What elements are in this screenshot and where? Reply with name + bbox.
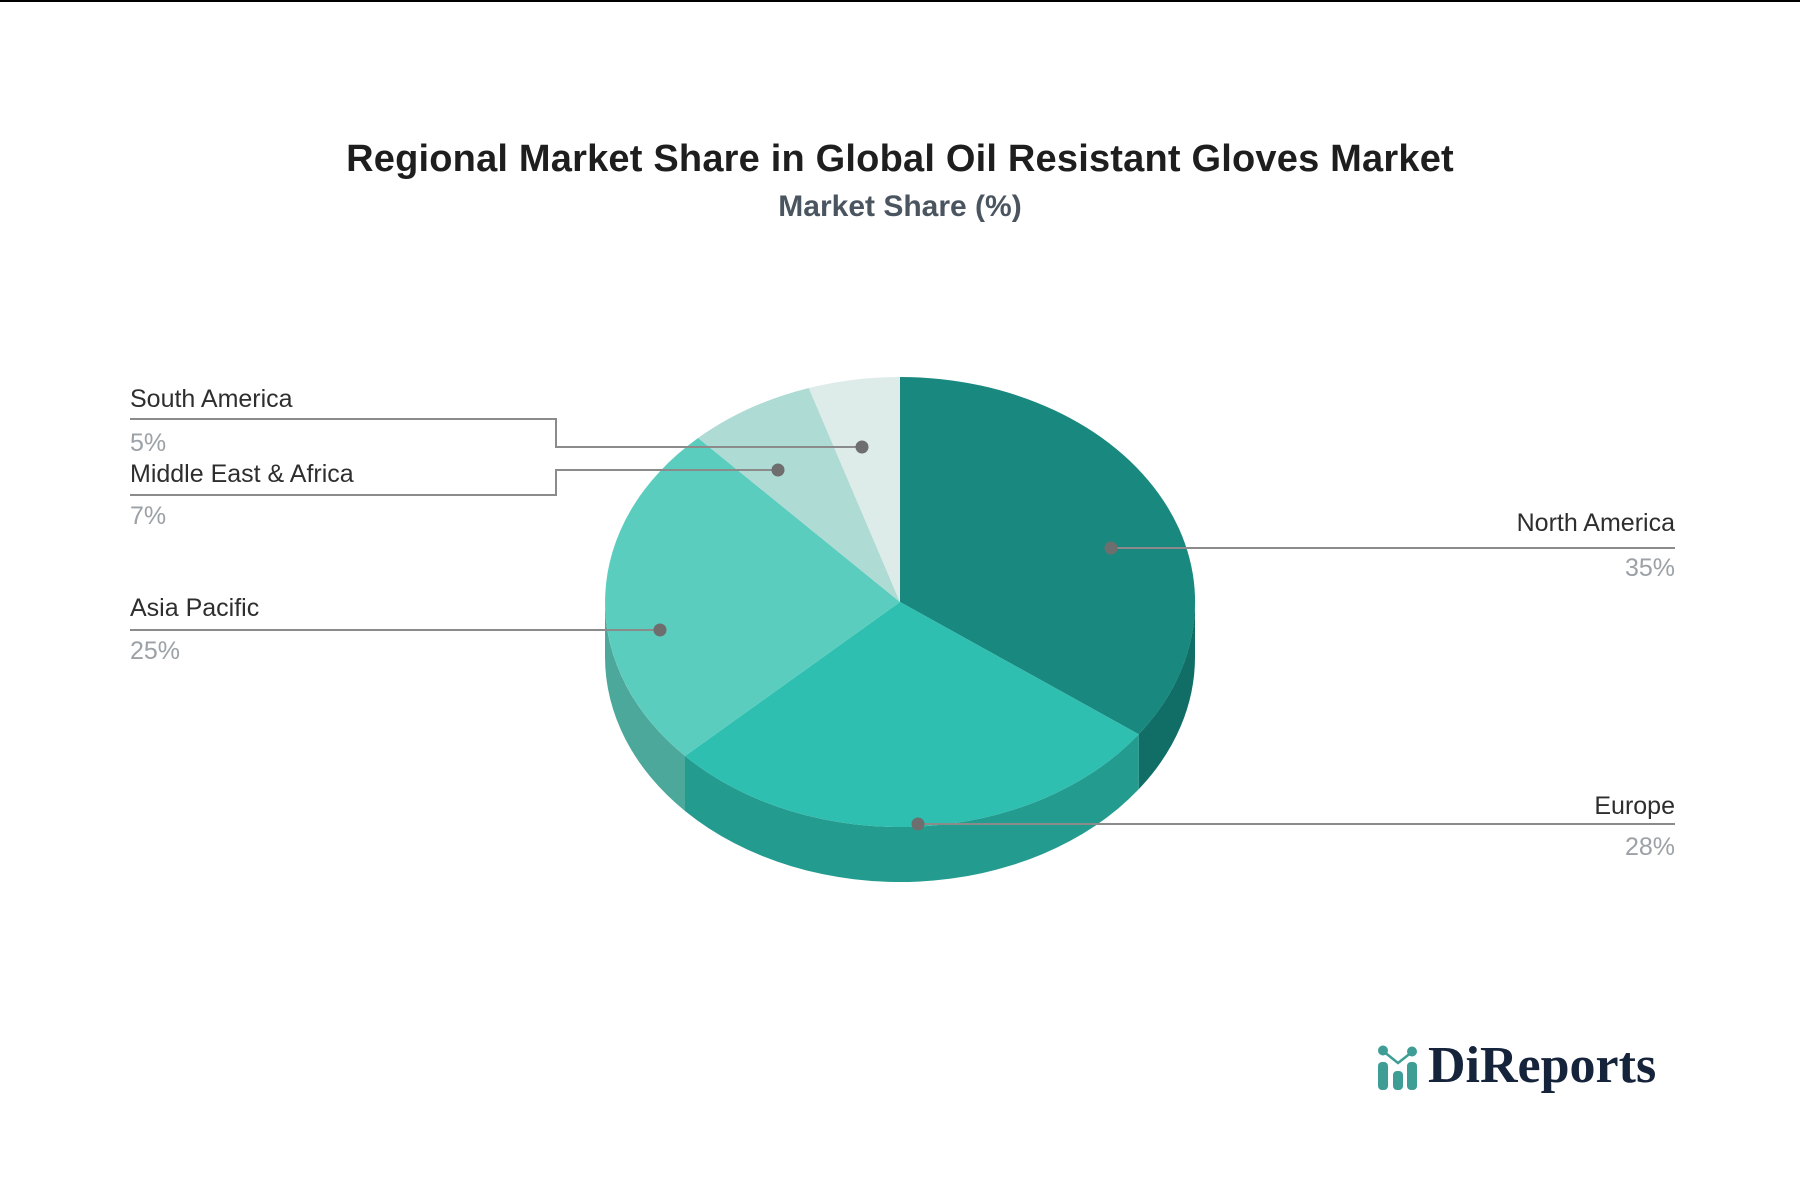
mini-bar-line-chart-icon [1378,1045,1417,1090]
callout-label-middle-east-africa: Middle East & Africa [130,460,354,488]
leader-dot-europe [911,817,925,831]
callout-label-south-america: South America [130,385,293,413]
pie-chart [130,376,1675,883]
leader-dot-middle-east-africa [771,463,785,477]
chart-canvas: Regional Market Share in Global Oil Resi… [0,0,1800,1196]
callout-value-south-america: 5% [130,429,167,457]
leader-dot-north-america [1104,541,1118,555]
callout-value-asia-pacific: 25% [130,637,181,665]
callout-value-middle-east-africa: 7% [130,502,167,530]
brand-logo-text: DiReports [1428,1037,1657,1094]
callout-label-europe: Europe [1594,792,1675,820]
callout-value-north-america: 35% [1624,554,1675,582]
leader-dot-asia-pacific [653,623,667,637]
leader-dot-south-america [855,440,869,454]
callout-value-europe: 28% [1624,833,1675,861]
brand-logo: DiReports [1376,1040,1656,1092]
pie-slices [605,376,1196,828]
callout-label-north-america: North America [1516,509,1675,537]
callout-label-asia-pacific: Asia Pacific [130,594,260,622]
